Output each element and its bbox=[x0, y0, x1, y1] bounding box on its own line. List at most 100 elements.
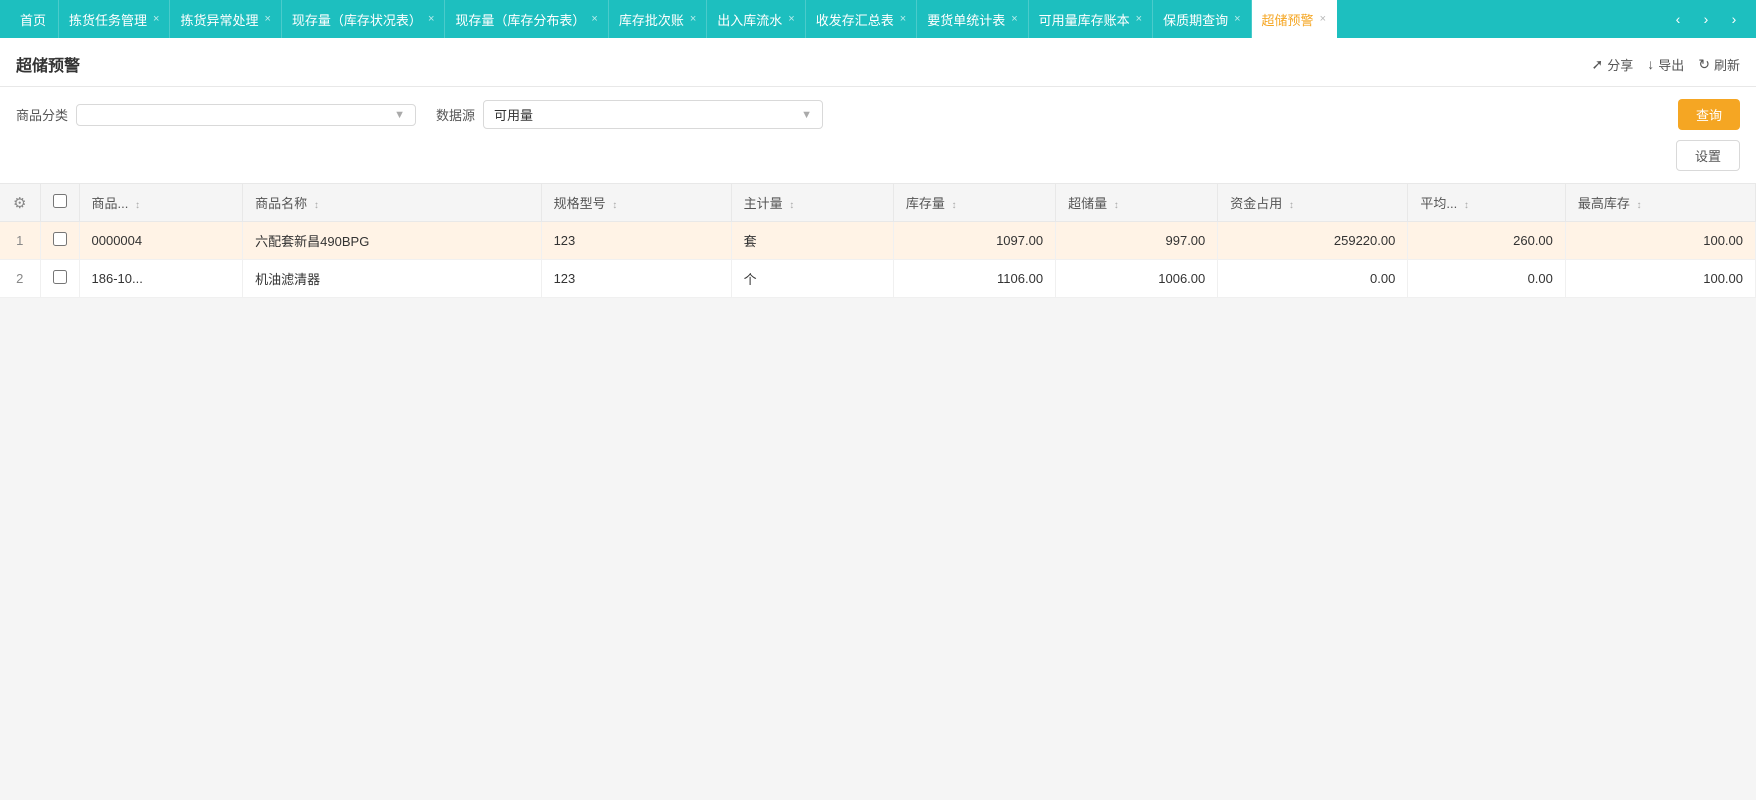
nav-prev-button[interactable]: ‹ bbox=[1664, 0, 1692, 38]
nav-tab-jianhuorenwu[interactable]: 拣货任务管理 × bbox=[59, 0, 170, 38]
row-stock: 1097.00 bbox=[893, 222, 1055, 260]
nav-tab-xiancunliang2[interactable]: 现存量（库存分布表） × bbox=[445, 0, 608, 38]
export-button[interactable]: ↓ 导出 bbox=[1647, 55, 1684, 74]
query-button[interactable]: 查询 bbox=[1678, 99, 1740, 130]
close-icon[interactable]: × bbox=[428, 13, 434, 25]
data-table: ⚙ 商品... ↕ 商品名称 ↕ 规格型号 ↕ 主计量 bbox=[0, 184, 1756, 298]
row-unit: 套 bbox=[731, 222, 893, 260]
row-checkbox[interactable] bbox=[53, 232, 67, 246]
col-overstock[interactable]: 超储量 ↕ bbox=[1056, 184, 1218, 222]
row-code: 0000004 bbox=[79, 222, 243, 260]
table-header-row: ⚙ 商品... ↕ 商品名称 ↕ 规格型号 ↕ 主计量 bbox=[0, 184, 1756, 222]
page-header: 超储预警 ➚ 分享 ↓ 导出 ↻ 刷新 bbox=[0, 38, 1756, 87]
close-icon[interactable]: × bbox=[153, 13, 159, 25]
page-title: 超储预警 bbox=[16, 52, 80, 76]
row-checkbox-cell bbox=[40, 260, 79, 298]
nav-arrows: ‹ › › bbox=[1664, 0, 1748, 38]
row-overstock: 1006.00 bbox=[1056, 260, 1218, 298]
close-icon[interactable]: × bbox=[1320, 13, 1326, 25]
table-body: 1 0000004 六配套新昌490BPG 123 套 1097.00 997.… bbox=[0, 222, 1756, 298]
refresh-icon: ↻ bbox=[1698, 56, 1710, 73]
sort-icon: ↕ bbox=[612, 200, 617, 211]
checkbox-column-header bbox=[40, 184, 79, 222]
nav-home[interactable]: 首页 bbox=[8, 0, 59, 38]
row-number: 2 bbox=[0, 260, 40, 298]
sort-icon: ↕ bbox=[789, 200, 794, 211]
nav-tab-churukuliushui[interactable]: 出入库流水 × bbox=[707, 0, 805, 38]
datasource-filter-group: 数据源 可用量 ▼ bbox=[436, 100, 823, 129]
sort-icon: ↕ bbox=[135, 200, 140, 211]
nav-tab-kucu[interactable]: 库存批次账 × bbox=[609, 0, 707, 38]
col-avg[interactable]: 平均... ↕ bbox=[1408, 184, 1566, 222]
close-icon[interactable]: × bbox=[1136, 13, 1142, 25]
row-checkbox-cell bbox=[40, 222, 79, 260]
category-label: 商品分类 bbox=[16, 105, 68, 124]
nav-tab-keyongliang[interactable]: 可用量库存账本 × bbox=[1029, 0, 1153, 38]
chevron-down-icon: ▼ bbox=[801, 109, 812, 121]
nav-tab-jianhuoyichang[interactable]: 拣货异常处理 × bbox=[170, 0, 281, 38]
row-avg: 0.00 bbox=[1408, 260, 1566, 298]
table-row: 2 186-10... 机油滤清器 123 个 1106.00 1006.00 … bbox=[0, 260, 1756, 298]
col-capital[interactable]: 资金占用 ↕ bbox=[1218, 184, 1408, 222]
category-select[interactable]: ▼ bbox=[76, 104, 416, 126]
share-icon: ➚ bbox=[1591, 56, 1603, 73]
sort-icon: ↕ bbox=[1289, 200, 1294, 211]
row-overstock: 997.00 bbox=[1056, 222, 1218, 260]
table-row: 1 0000004 六配套新昌490BPG 123 套 1097.00 997.… bbox=[0, 222, 1756, 260]
sort-icon: ↕ bbox=[952, 200, 957, 211]
close-icon[interactable]: × bbox=[690, 13, 696, 25]
close-icon[interactable]: × bbox=[1011, 13, 1017, 25]
row-checkbox[interactable] bbox=[53, 270, 67, 284]
row-number: 1 bbox=[0, 222, 40, 260]
nav-tab-chaochuyujing[interactable]: 超储预警 × bbox=[1252, 0, 1337, 38]
nav-more-button[interactable]: › bbox=[1720, 0, 1748, 38]
refresh-button[interactable]: ↻ 刷新 bbox=[1698, 55, 1740, 74]
nav-next-button[interactable]: › bbox=[1692, 0, 1720, 38]
row-capital: 259220.00 bbox=[1218, 222, 1408, 260]
col-code[interactable]: 商品... ↕ bbox=[79, 184, 243, 222]
settings-button[interactable]: 设置 bbox=[1676, 140, 1740, 171]
sort-icon: ↕ bbox=[1114, 200, 1119, 211]
category-filter-group: 商品分类 ▼ bbox=[16, 104, 416, 126]
filters-area: 商品分类 ▼ 数据源 可用量 ▼ 查询 设置 bbox=[0, 87, 1756, 184]
gear-icon[interactable]: ⚙ bbox=[13, 195, 26, 212]
nav-tab-shoufacun[interactable]: 收发存汇总表 × bbox=[806, 0, 917, 38]
sort-icon: ↕ bbox=[1637, 200, 1642, 211]
close-icon[interactable]: × bbox=[788, 13, 794, 25]
data-table-container: ⚙ 商品... ↕ 商品名称 ↕ 规格型号 ↕ 主计量 bbox=[0, 184, 1756, 298]
row-name: 六配套新昌490BPG bbox=[243, 222, 541, 260]
filter-action-buttons: 查询 bbox=[1678, 99, 1740, 130]
select-all-checkbox[interactable] bbox=[53, 194, 67, 208]
sort-icon: ↕ bbox=[314, 200, 319, 211]
header-actions: ➚ 分享 ↓ 导出 ↻ 刷新 bbox=[1591, 55, 1740, 74]
row-stock: 1106.00 bbox=[893, 260, 1055, 298]
datasource-label: 数据源 bbox=[436, 105, 475, 124]
close-icon[interactable]: × bbox=[1234, 13, 1240, 25]
top-navigation: 首页 拣货任务管理 × 拣货异常处理 × 现存量（库存状况表） × 现存量（库存… bbox=[0, 0, 1756, 38]
nav-tab-yaohuo[interactable]: 要货单统计表 × bbox=[917, 0, 1028, 38]
row-maxstock: 100.00 bbox=[1565, 260, 1755, 298]
nav-tab-baozhi[interactable]: 保质期查询 × bbox=[1153, 0, 1251, 38]
close-icon[interactable]: × bbox=[900, 13, 906, 25]
share-button[interactable]: ➚ 分享 bbox=[1591, 55, 1633, 74]
col-spec[interactable]: 规格型号 ↕ bbox=[541, 184, 731, 222]
datasource-select[interactable]: 可用量 ▼ bbox=[483, 100, 823, 129]
row-maxstock: 100.00 bbox=[1565, 222, 1755, 260]
col-stock[interactable]: 库存量 ↕ bbox=[893, 184, 1055, 222]
settings-column-header: ⚙ bbox=[0, 184, 40, 222]
row-name: 机油滤清器 bbox=[243, 260, 541, 298]
close-icon[interactable]: × bbox=[264, 13, 270, 25]
sort-icon: ↕ bbox=[1464, 200, 1469, 211]
row-avg: 260.00 bbox=[1408, 222, 1566, 260]
col-name[interactable]: 商品名称 ↕ bbox=[243, 184, 541, 222]
row-capital: 0.00 bbox=[1218, 260, 1408, 298]
col-maxstock[interactable]: 最高库存 ↕ bbox=[1565, 184, 1755, 222]
close-icon[interactable]: × bbox=[591, 13, 597, 25]
datasource-select-value: 可用量 bbox=[494, 105, 533, 124]
nav-tab-xiancunliang1[interactable]: 现存量（库存状况表） × bbox=[282, 0, 445, 38]
row-code: 186-10... bbox=[79, 260, 243, 298]
col-unit[interactable]: 主计量 ↕ bbox=[731, 184, 893, 222]
export-icon: ↓ bbox=[1647, 56, 1654, 72]
chevron-down-icon: ▼ bbox=[394, 109, 405, 121]
row-spec: 123 bbox=[541, 260, 731, 298]
